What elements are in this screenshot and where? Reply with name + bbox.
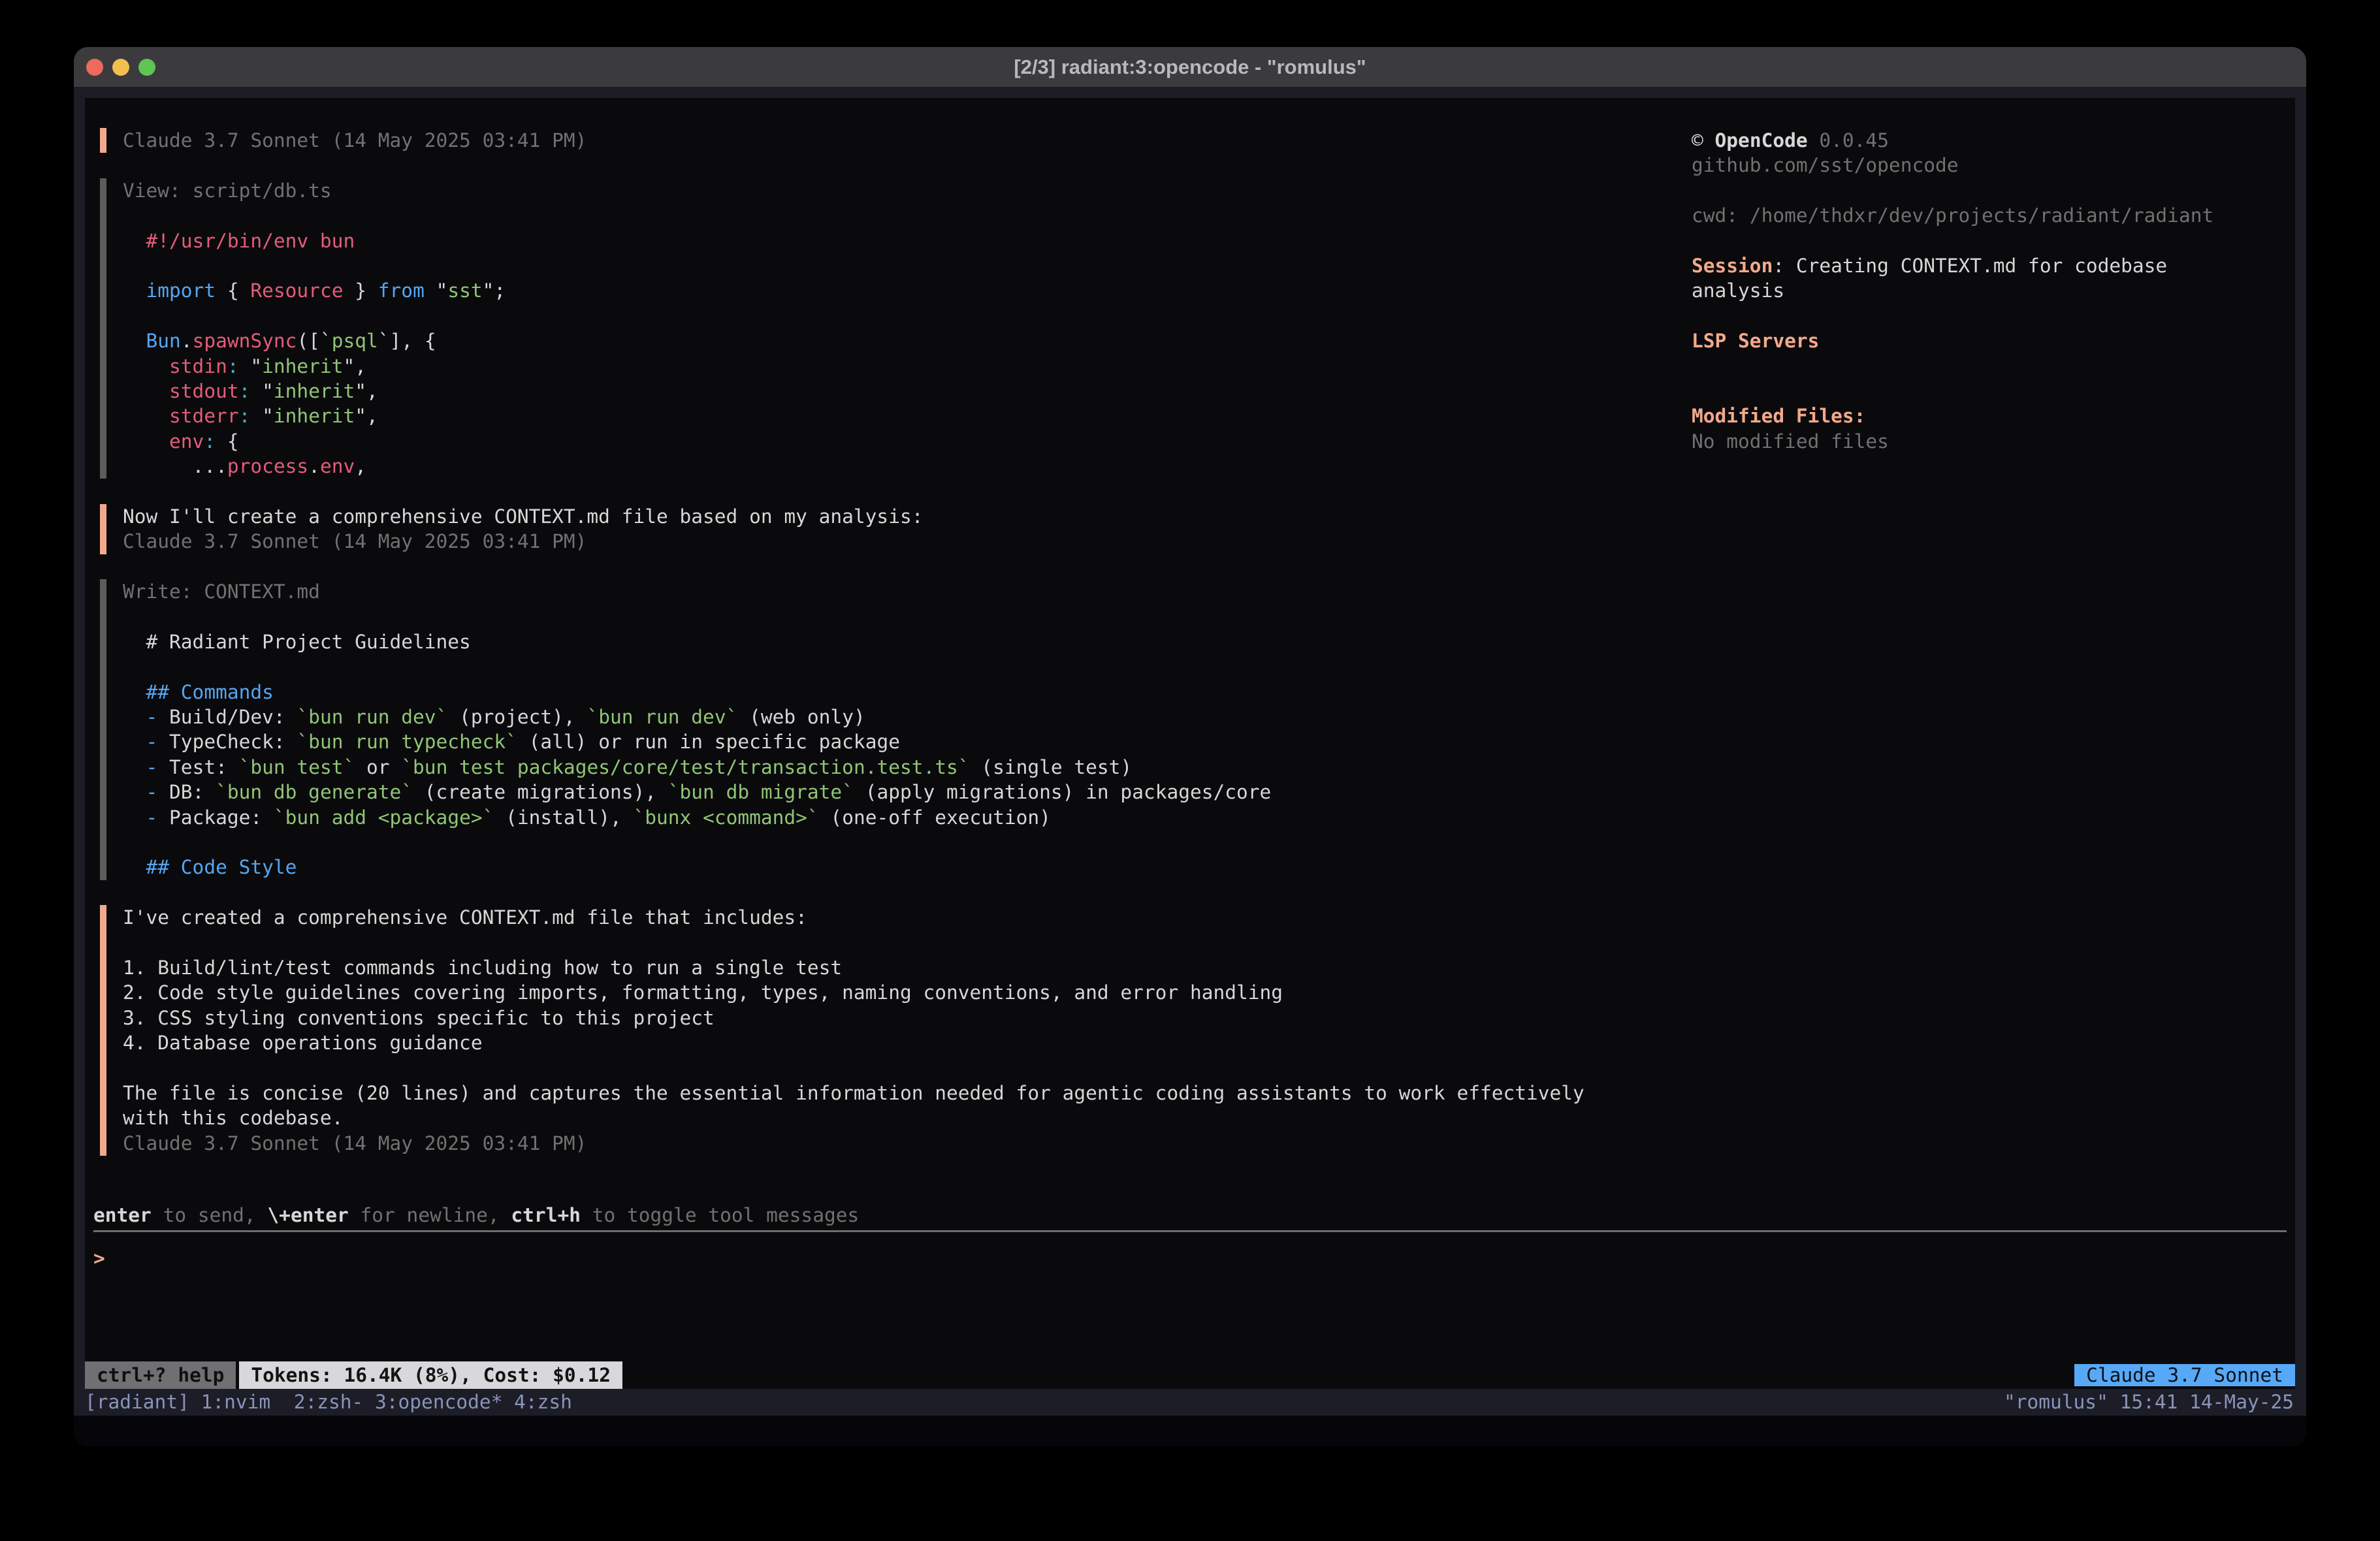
terminal-line: The file is concise (20 lines) and captu… xyxy=(123,1081,1584,1105)
terminal-line: ## Code Style xyxy=(123,855,1584,880)
terminal-line: # Radiant Project Guidelines xyxy=(123,629,1584,654)
terminal-line xyxy=(123,203,1584,228)
traffic-lights xyxy=(86,47,155,87)
opencode-app: Claude 3.7 Sonnet (14 May 2025 03:41 PM)… xyxy=(85,98,2295,1389)
terminal-line: stdout: "inherit", xyxy=(123,379,1584,404)
terminal-line xyxy=(1692,379,2292,404)
terminal-line: #!/usr/bin/env bun xyxy=(123,229,1584,253)
brand-line: © OpenCode 0.0.45 xyxy=(1692,128,2292,153)
modified-files-empty: No modified files xyxy=(1692,429,2292,454)
window-titlebar: [2/3] radiant:3:opencode - "romulus" xyxy=(74,47,2306,87)
terminal-line xyxy=(123,654,1584,679)
session-line-wrap: analysis xyxy=(1692,278,2292,303)
tmux-session-clock: "romulus" 15:41 14-May-25 xyxy=(2004,1389,2294,1416)
status-bar-right: Claude 3.7 Sonnet xyxy=(2038,1361,2295,1389)
terminal-line: 4. Database operations guidance xyxy=(123,1030,1584,1055)
window-title: [2/3] radiant:3:opencode - "romulus" xyxy=(74,56,2306,79)
terminal-line: 3. CSS styling conventions specific to t… xyxy=(123,1006,1584,1030)
tool-title: Write: CONTEXT.md xyxy=(123,579,1584,604)
terminal-line: I've created a comprehensive CONTEXT.md … xyxy=(123,905,1584,930)
terminal-line: Now I'll create a comprehensive CONTEXT.… xyxy=(123,504,1584,529)
tool-block: View: script/db.ts #!/usr/bin/env bun impo… xyxy=(100,178,1584,479)
terminal-line: stderr: "inherit", xyxy=(123,404,1584,428)
terminal-line: import { Resource } from "sst"; xyxy=(123,278,1584,303)
terminal-line xyxy=(123,830,1584,855)
terminal-line: ## Commands xyxy=(123,680,1584,705)
terminal-line xyxy=(1692,229,2292,253)
tokens-cost-chip: Tokens: 16.4K (8%), Cost: $0.12 xyxy=(239,1361,622,1389)
message-block: I've created a comprehensive CONTEXT.md … xyxy=(100,905,1584,1156)
terminal-line: with this codebase. xyxy=(123,1105,1584,1130)
terminal-line: - TypeCheck: `bun run typecheck` (all) o… xyxy=(123,729,1584,754)
prompt-symbol: > xyxy=(93,1246,105,1271)
message-header: Claude 3.7 Sonnet (14 May 2025 03:41 PM) xyxy=(123,128,1584,153)
prompt-input[interactable]: > xyxy=(93,1246,105,1271)
terminal-line: 1. Build/lint/test commands including ho… xyxy=(123,955,1584,980)
message-header: Claude 3.7 Sonnet (14 May 2025 03:41 PM) xyxy=(123,529,1584,554)
terminal-line: env: { xyxy=(123,429,1584,454)
terminal-line xyxy=(123,604,1584,629)
input-separator xyxy=(93,1230,2287,1232)
help-shortcut-chip: ctrl+? help xyxy=(85,1361,236,1389)
terminal-line: - Package: `bun add <package>` (install)… xyxy=(123,805,1584,830)
close-button[interactable] xyxy=(86,59,103,76)
terminal-window: [2/3] radiant:3:opencode - "romulus" Cla… xyxy=(74,47,2306,1446)
message-header: Claude 3.7 Sonnet (14 May 2025 03:41 PM) xyxy=(123,1131,1584,1156)
terminal-line xyxy=(1692,304,2292,328)
message-block: Claude 3.7 Sonnet (14 May 2025 03:41 PM) xyxy=(100,128,1584,153)
terminal-line: ...process.env, xyxy=(123,454,1584,479)
model-badge[interactable]: Claude 3.7 Sonnet xyxy=(2074,1364,2295,1386)
input-help: enter to send, \+enter for newline, ctrl… xyxy=(93,1203,859,1228)
tool-block: Write: CONTEXT.md # Radiant Project Guide… xyxy=(100,579,1584,880)
tmux-window-list[interactable]: [radiant] 1:nvim 2:zsh- 3:opencode* 4:zs… xyxy=(85,1389,572,1416)
message-block: Now I'll create a comprehensive CONTEXT.… xyxy=(100,504,1584,554)
terminal-line: 2. Code style guidelines covering import… xyxy=(123,980,1584,1005)
terminal-line: stdin: "inherit", xyxy=(123,354,1584,379)
terminal-line xyxy=(1692,178,2292,203)
repo-link: github.com/sst/opencode xyxy=(1692,153,2292,178)
terminal-line xyxy=(123,930,1584,955)
message-list: Claude 3.7 Sonnet (14 May 2025 03:41 PM)… xyxy=(100,128,1584,1181)
terminal-line xyxy=(1692,354,2292,379)
modified-files-heading: Modified Files: xyxy=(1692,404,2292,428)
tool-title: View: script/db.ts xyxy=(123,178,1584,203)
desktop: [2/3] radiant:3:opencode - "romulus" Cla… xyxy=(0,0,2380,1541)
terminal-line: - DB: `bun db generate` (create migratio… xyxy=(123,780,1584,804)
terminal-line: Bun.spawnSync([`psql`], { xyxy=(123,328,1584,353)
terminal: Claude 3.7 Sonnet (14 May 2025 03:41 PM)… xyxy=(74,87,2306,1446)
sidebar: © OpenCode 0.0.45github.com/sst/opencode… xyxy=(1692,128,2292,454)
minimize-button[interactable] xyxy=(112,59,129,76)
terminal-line xyxy=(123,304,1584,328)
zoom-button[interactable] xyxy=(138,59,155,76)
terminal-line: - Test: `bun test` or `bun test packages… xyxy=(123,755,1584,780)
terminal-line xyxy=(123,253,1584,278)
terminal-line: - Build/Dev: `bun run dev` (project), `b… xyxy=(123,705,1584,729)
session-line: Session: Creating CONTEXT.md for codebas… xyxy=(1692,253,2292,278)
cwd-line: cwd: /home/thdxr/dev/projects/radiant/ra… xyxy=(1692,203,2292,228)
terminal-line xyxy=(123,1055,1584,1080)
status-bar: ctrl+? help Tokens: 16.4K (8%), Cost: $0… xyxy=(85,1361,2295,1389)
lsp-servers-heading: LSP Servers xyxy=(1692,328,2292,353)
